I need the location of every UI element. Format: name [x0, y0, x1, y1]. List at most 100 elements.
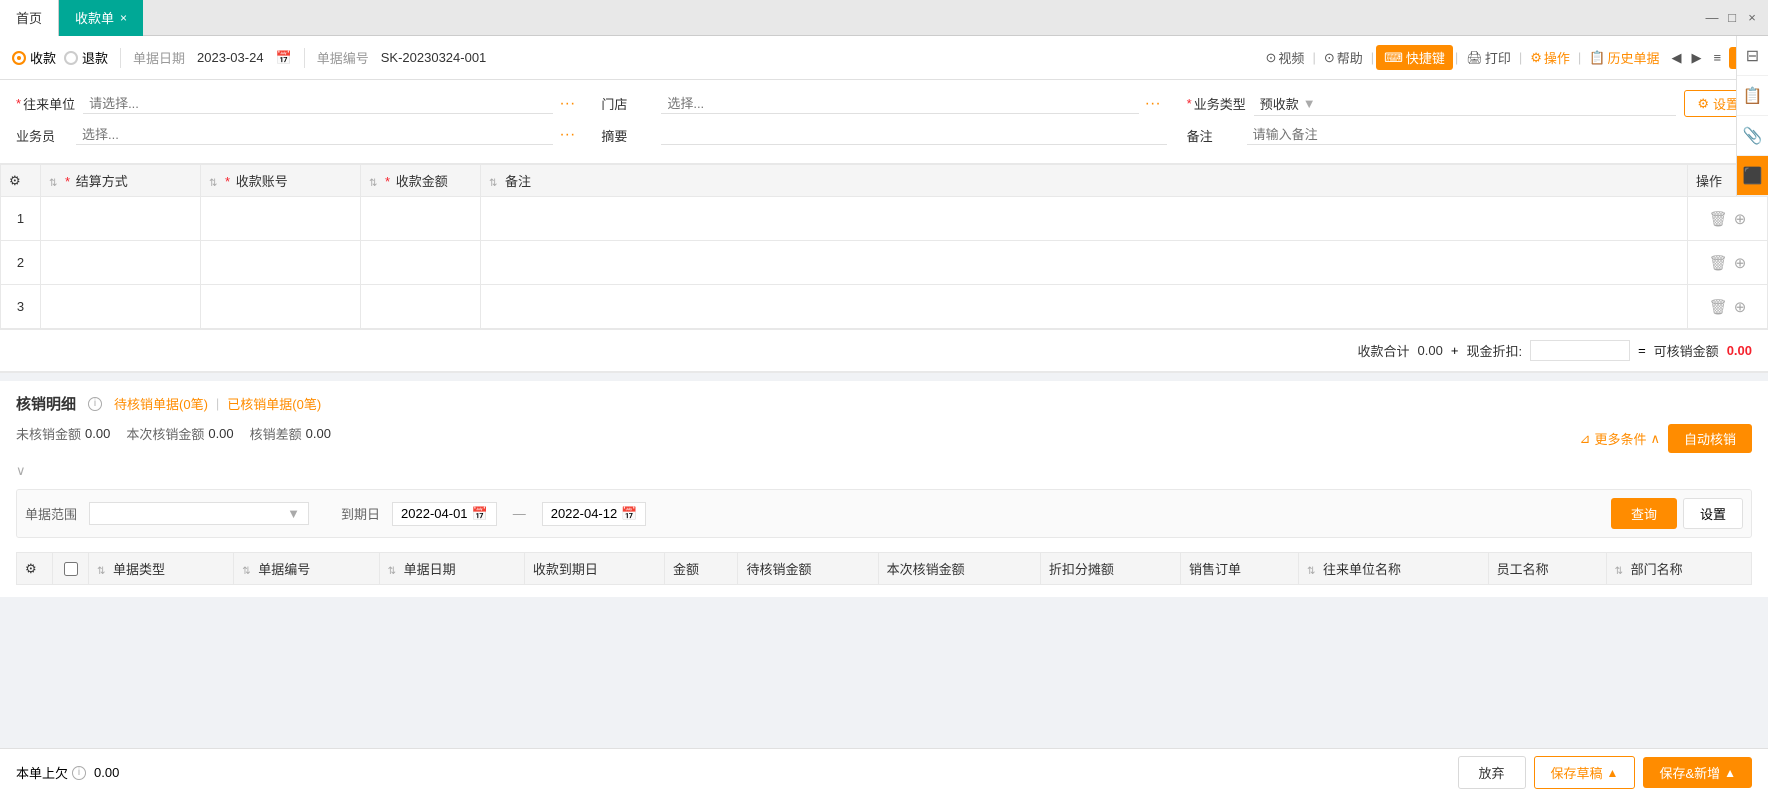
summary-input[interactable]: [661, 125, 1166, 145]
col-gear-bottom[interactable]: ⚙: [17, 553, 53, 585]
abandon-button[interactable]: 放弃: [1458, 756, 1526, 789]
header-checkbox[interactable]: [64, 562, 78, 576]
row-settle-3[interactable]: [41, 285, 201, 329]
calendar-icon-to[interactable]: 📅: [621, 506, 637, 522]
row-settle-2[interactable]: [41, 241, 201, 285]
plus-sign: +: [1451, 343, 1459, 358]
save-draft-button[interactable]: 保存草稿 ▲: [1534, 756, 1636, 789]
query-label: 查询: [1631, 507, 1657, 522]
row-amount-3[interactable]: [361, 285, 481, 329]
sort-remark[interactable]: ⇅: [489, 178, 497, 189]
verify-stats-row: 未核销金额 0.00 本次核销金额 0.00 核销差额 0.00 ⊿ 更多条件 …: [16, 424, 1752, 453]
sort-counterpart[interactable]: ⇅: [1307, 566, 1315, 577]
equals-sign: =: [1638, 343, 1646, 358]
row-account-3[interactable]: [201, 285, 361, 329]
shortcut-btn[interactable]: ⌨ 快捷键: [1376, 45, 1453, 70]
tab-close-icon[interactable]: ×: [120, 11, 127, 25]
row-remark-2[interactable]: [481, 241, 1688, 285]
video-btn[interactable]: ⊙ 视频: [1260, 46, 1311, 69]
counterpart-input[interactable]: [83, 94, 553, 114]
col-settings[interactable]: ⚙: [1, 165, 41, 197]
store-input[interactable]: [661, 94, 1138, 114]
row-remark-1[interactable]: [481, 197, 1688, 241]
done-tab[interactable]: 已核销单据(0笔): [227, 394, 321, 413]
receipt-table-container: ⚙ ⇅ * 结算方式 ⇅ * 收款账号 ⇅ * 收款金额: [0, 164, 1768, 373]
window-close-button[interactable]: ×: [1744, 10, 1760, 26]
filter-settings-button[interactable]: 设置: [1683, 498, 1743, 529]
to-date-input[interactable]: 2022-04-12 📅: [542, 502, 647, 526]
history-btn[interactable]: 📋 历史单据: [1583, 46, 1665, 69]
row-remark-3[interactable]: [481, 285, 1688, 329]
diff-value: 0.00: [306, 426, 331, 441]
available-label: 可核销金额: [1654, 341, 1719, 360]
nav-prev-btn[interactable]: ◀: [1668, 48, 1686, 68]
sidebar-icon-2[interactable]: 📋: [1737, 76, 1768, 116]
list-view-btn[interactable]: ≡: [1708, 48, 1728, 67]
bottom-table-container: ⚙ ⇅ 单据类型 ⇅ 单据编号: [16, 552, 1752, 585]
query-button[interactable]: 查询: [1611, 498, 1677, 529]
row-settle-1[interactable]: [41, 197, 201, 241]
from-date-input[interactable]: 2022-04-01 📅: [392, 502, 497, 526]
pending-tab[interactable]: 待核销单据(0笔): [114, 394, 208, 413]
calendar-icon-from[interactable]: 📅: [472, 506, 488, 522]
sort-doc-no[interactable]: ⇅: [242, 566, 250, 577]
staff-input[interactable]: [76, 125, 553, 145]
row-amount-1[interactable]: [361, 197, 481, 241]
remark-input[interactable]: [1247, 125, 1752, 145]
maximize-button[interactable]: □: [1724, 10, 1740, 26]
verify-section: 核销明细 i 待核销单据(0笔) | 已核销单据(0笔) 未核销金额 0.00 …: [0, 381, 1768, 597]
verify-info-icon[interactable]: i: [88, 397, 102, 411]
business-type-select[interactable]: 预收款 ▼: [1254, 92, 1677, 116]
account-header-label: 收款账号: [236, 174, 288, 189]
save-new-button[interactable]: 保存&新增 ▲: [1643, 757, 1752, 788]
help-btn[interactable]: ⊙ 帮助: [1318, 46, 1369, 69]
delete-icon-3[interactable]: 🗑: [1709, 298, 1728, 316]
copy-icon-3[interactable]: ⊕: [1734, 298, 1747, 316]
sort-doc-type[interactable]: ⇅: [97, 566, 105, 577]
staff-more-icon[interactable]: ···: [553, 126, 581, 144]
minimize-button[interactable]: —: [1704, 10, 1720, 26]
sort-dept[interactable]: ⇅: [1615, 566, 1623, 577]
video-icon: ⊙: [1266, 50, 1277, 66]
receipt-radio[interactable]: 收款: [12, 48, 56, 67]
delete-icon-1[interactable]: 🗑: [1709, 210, 1728, 228]
auto-verify-button[interactable]: 自动核销: [1668, 424, 1752, 453]
row-amount-2[interactable]: [361, 241, 481, 285]
counterpart-more-icon[interactable]: ···: [553, 95, 581, 113]
tab-receipt[interactable]: 收款单 ×: [59, 0, 143, 36]
operation-btn[interactable]: ⚙ 操作: [1524, 46, 1576, 69]
action-header-label: 操作: [1696, 174, 1722, 189]
sort-doc-date[interactable]: ⇅: [388, 566, 396, 577]
more-conditions-btn[interactable]: ⊿ 更多条件 ∧: [1580, 429, 1660, 448]
sort-settle[interactable]: ⇅: [49, 178, 57, 189]
table-gear-icon[interactable]: ⚙: [9, 173, 21, 188]
refund-radio[interactable]: 退款: [64, 48, 108, 67]
current-verify-col-label: 本次核销金额: [887, 562, 965, 577]
discount-input[interactable]: [1530, 340, 1630, 361]
store-more-icon[interactable]: ···: [1139, 95, 1167, 113]
sort-amount[interactable]: ⇅: [369, 178, 377, 189]
delete-icon-2[interactable]: 🗑: [1709, 254, 1728, 272]
due-date-col-label: 收款到期日: [533, 562, 598, 577]
diff-label: 核销差额: [250, 424, 302, 443]
save-new-arrow: ▲: [1724, 766, 1736, 780]
col-amount-header: ⇅ * 收款金额: [361, 165, 481, 197]
row-action-1: 🗑 ⊕: [1688, 197, 1768, 241]
sort-account[interactable]: ⇅: [209, 178, 217, 189]
nav-next-btn[interactable]: ▶: [1688, 48, 1706, 68]
last-order-info-icon[interactable]: i: [72, 766, 86, 780]
sidebar-icon-4[interactable]: ⬛: [1737, 156, 1768, 196]
row-account-2[interactable]: [201, 241, 361, 285]
row-account-1[interactable]: [201, 197, 361, 241]
copy-icon-1[interactable]: ⊕: [1734, 210, 1747, 228]
range-select[interactable]: ▼: [89, 502, 309, 525]
tab-home[interactable]: 首页: [0, 0, 59, 36]
bottom-gear-icon[interactable]: ⚙: [25, 561, 37, 576]
date-picker-icon[interactable]: 📅: [276, 50, 292, 66]
sidebar-icon-1[interactable]: ⊟: [1737, 36, 1768, 76]
sidebar-icon-3[interactable]: 📎: [1737, 116, 1768, 156]
print-btn[interactable]: 🖨 打印: [1460, 46, 1517, 69]
collapse-arrow[interactable]: ∨: [16, 463, 26, 479]
copy-icon-2[interactable]: ⊕: [1734, 254, 1747, 272]
list-view-icon: ≡: [1714, 50, 1722, 65]
